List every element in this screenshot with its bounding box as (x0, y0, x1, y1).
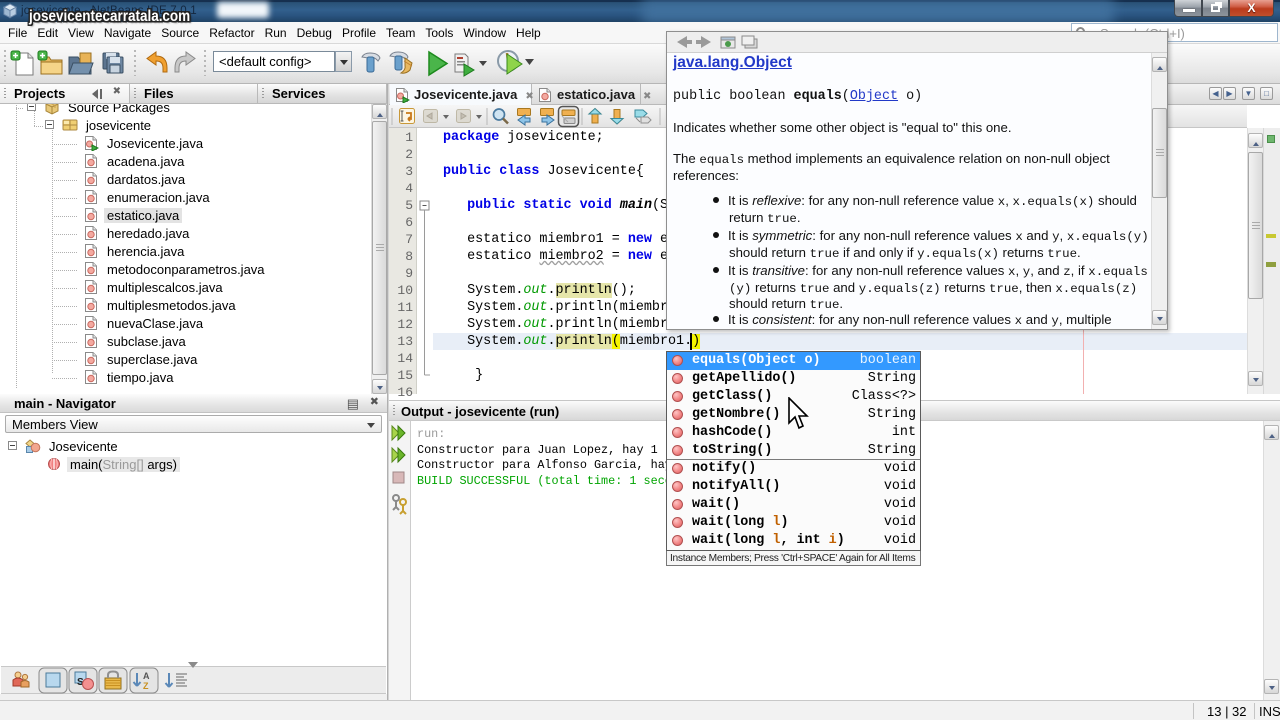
svg-text:Z: Z (143, 681, 149, 691)
svg-text:A: A (143, 671, 150, 681)
